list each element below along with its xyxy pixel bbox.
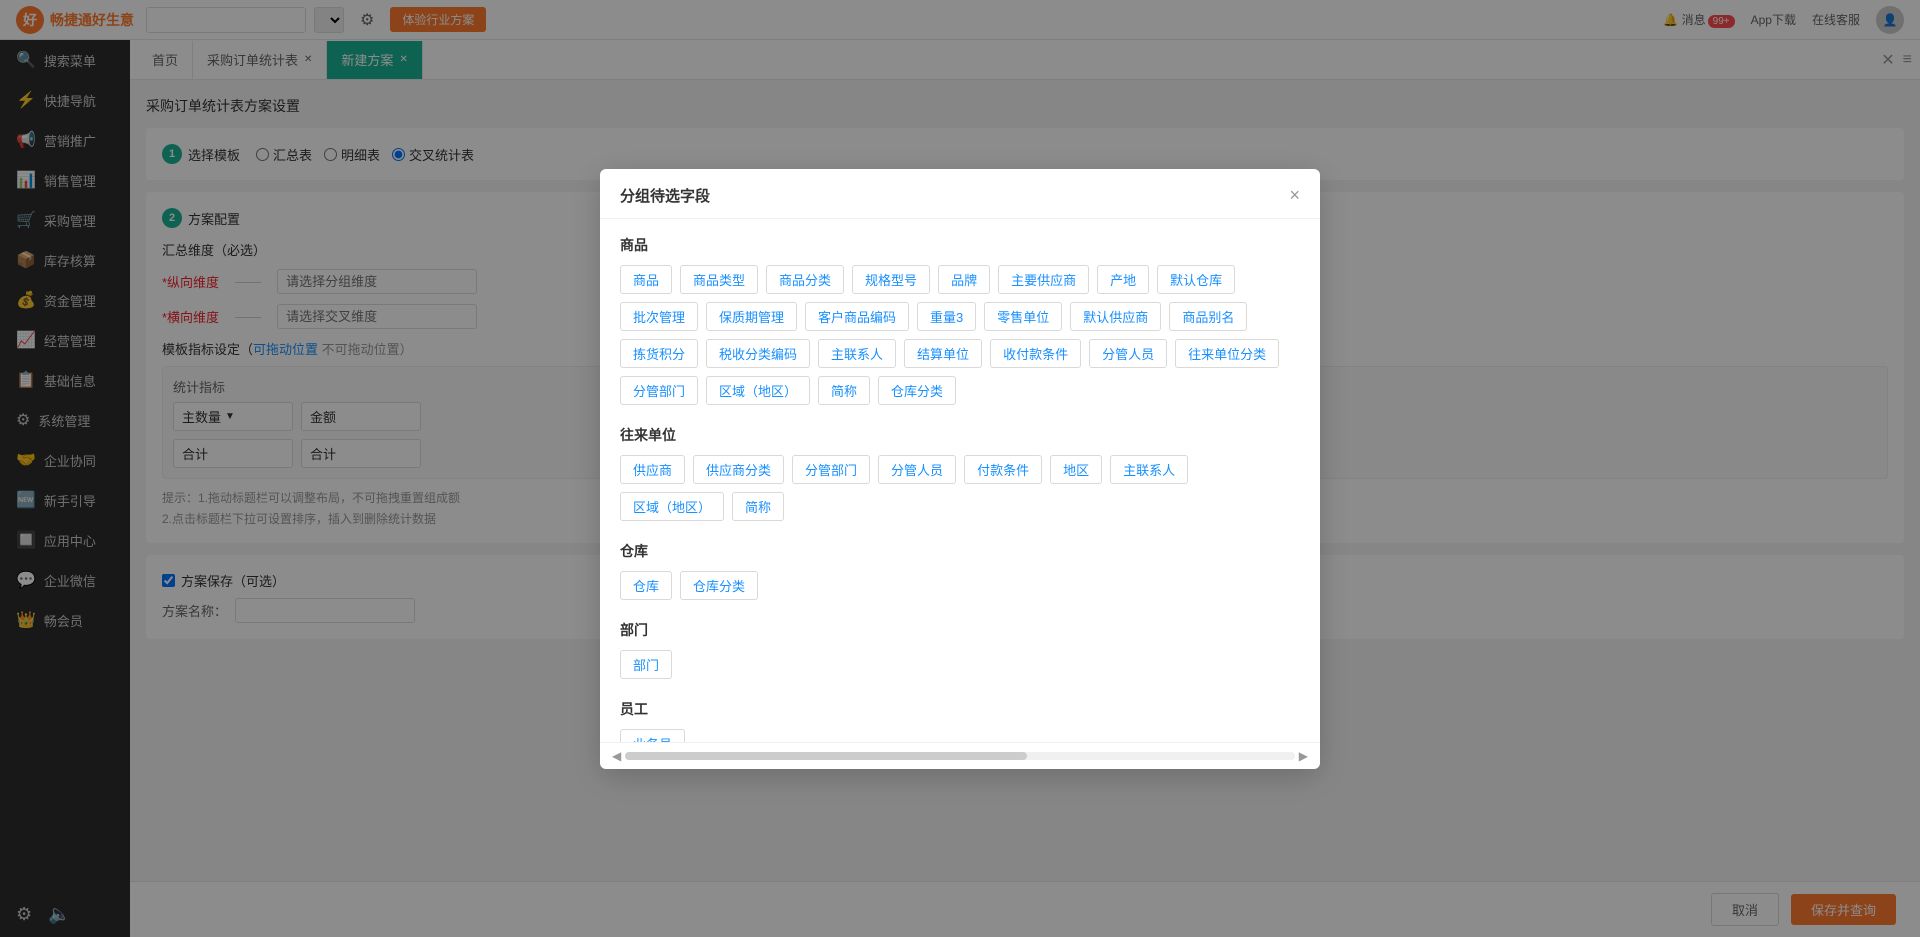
field-tag[interactable]: 区域（地区） bbox=[706, 376, 810, 405]
field-tag[interactable]: 部门 bbox=[620, 650, 672, 679]
dialog-h-scroll: ◀ ▶ bbox=[600, 742, 1320, 769]
field-tag[interactable]: 简称 bbox=[732, 492, 784, 521]
group-department-title: 部门 bbox=[620, 620, 1300, 640]
field-tag[interactable]: 保质期管理 bbox=[706, 302, 797, 331]
group-employee-title: 员工 bbox=[620, 699, 1300, 719]
field-group-partner: 往来单位 供应商 供应商分类 分管部门 分管人员 付款条件 地区 主联系人 区域… bbox=[620, 425, 1300, 521]
dialog-title: 分组待选字段 bbox=[620, 185, 710, 206]
field-tag[interactable]: 供应商分类 bbox=[693, 455, 784, 484]
dialog-overlay: 分组待选字段 × 商品 商品 商品类型 商品分类 规格型号 品牌 主要供应商 产… bbox=[0, 0, 1920, 937]
field-tag[interactable]: 仓库分类 bbox=[680, 571, 758, 600]
field-tag[interactable]: 产地 bbox=[1097, 265, 1149, 294]
field-selection-dialog: 分组待选字段 × 商品 商品 商品类型 商品分类 规格型号 品牌 主要供应商 产… bbox=[600, 169, 1320, 769]
goods-tags: 商品 商品类型 商品分类 规格型号 品牌 主要供应商 产地 默认仓库 批次管理 … bbox=[620, 265, 1300, 405]
group-partner-title: 往来单位 bbox=[620, 425, 1300, 445]
field-tag[interactable]: 商品 bbox=[620, 265, 672, 294]
field-tag[interactable]: 业务员 bbox=[620, 729, 685, 742]
field-tag[interactable]: 主要供应商 bbox=[998, 265, 1089, 294]
dialog-close-btn[interactable]: × bbox=[1289, 185, 1300, 206]
field-tag[interactable]: 地区 bbox=[1050, 455, 1102, 484]
field-tag[interactable]: 供应商 bbox=[620, 455, 685, 484]
field-tag[interactable]: 主联系人 bbox=[1110, 455, 1188, 484]
field-tag[interactable]: 分管人员 bbox=[1089, 339, 1167, 368]
field-tag[interactable]: 商品分类 bbox=[766, 265, 844, 294]
h-scrollbar[interactable] bbox=[625, 752, 1295, 760]
field-tag[interactable]: 主联系人 bbox=[818, 339, 896, 368]
field-tag[interactable]: 区域（地区） bbox=[620, 492, 724, 521]
h-scrollbar-thumb bbox=[625, 752, 1027, 760]
field-tag[interactable]: 商品类型 bbox=[680, 265, 758, 294]
field-tag[interactable]: 客户商品编码 bbox=[805, 302, 909, 331]
field-tag[interactable]: 简称 bbox=[818, 376, 870, 405]
field-tag[interactable]: 默认仓库 bbox=[1157, 265, 1235, 294]
dialog-header: 分组待选字段 × bbox=[600, 169, 1320, 219]
group-goods-title: 商品 bbox=[620, 235, 1300, 255]
field-tag[interactable]: 结算单位 bbox=[904, 339, 982, 368]
field-tag[interactable]: 税收分类编码 bbox=[706, 339, 810, 368]
department-tags: 部门 bbox=[620, 650, 1300, 679]
field-tag[interactable]: 收付款条件 bbox=[990, 339, 1081, 368]
field-tag[interactable]: 仓库 bbox=[620, 571, 672, 600]
employee-tags: 业务员 bbox=[620, 729, 1300, 742]
field-tag[interactable]: 分管部门 bbox=[620, 376, 698, 405]
partner-tags: 供应商 供应商分类 分管部门 分管人员 付款条件 地区 主联系人 区域（地区） … bbox=[620, 455, 1300, 521]
field-group-warehouse: 仓库 仓库 仓库分类 bbox=[620, 541, 1300, 600]
warehouse-tags: 仓库 仓库分类 bbox=[620, 571, 1300, 600]
field-tag[interactable]: 拣货积分 bbox=[620, 339, 698, 368]
dialog-body: 商品 商品 商品类型 商品分类 规格型号 品牌 主要供应商 产地 默认仓库 批次… bbox=[600, 219, 1320, 742]
field-tag[interactable]: 仓库分类 bbox=[878, 376, 956, 405]
field-tag[interactable]: 零售单位 bbox=[984, 302, 1062, 331]
field-tag[interactable]: 往来单位分类 bbox=[1175, 339, 1279, 368]
field-tag[interactable]: 付款条件 bbox=[964, 455, 1042, 484]
field-tag[interactable]: 商品别名 bbox=[1169, 302, 1247, 331]
scroll-right-arrow[interactable]: ▶ bbox=[1295, 749, 1312, 763]
field-tag[interactable]: 品牌 bbox=[938, 265, 990, 294]
field-tag[interactable]: 重量3 bbox=[917, 302, 976, 331]
field-group-employee: 员工 业务员 bbox=[620, 699, 1300, 742]
scroll-left-arrow[interactable]: ◀ bbox=[608, 749, 625, 763]
field-group-goods: 商品 商品 商品类型 商品分类 规格型号 品牌 主要供应商 产地 默认仓库 批次… bbox=[620, 235, 1300, 405]
field-tag[interactable]: 批次管理 bbox=[620, 302, 698, 331]
field-tag[interactable]: 规格型号 bbox=[852, 265, 930, 294]
field-group-department: 部门 部门 bbox=[620, 620, 1300, 679]
field-tag[interactable]: 分管部门 bbox=[792, 455, 870, 484]
group-warehouse-title: 仓库 bbox=[620, 541, 1300, 561]
field-tag[interactable]: 分管人员 bbox=[878, 455, 956, 484]
field-tag[interactable]: 默认供应商 bbox=[1070, 302, 1161, 331]
